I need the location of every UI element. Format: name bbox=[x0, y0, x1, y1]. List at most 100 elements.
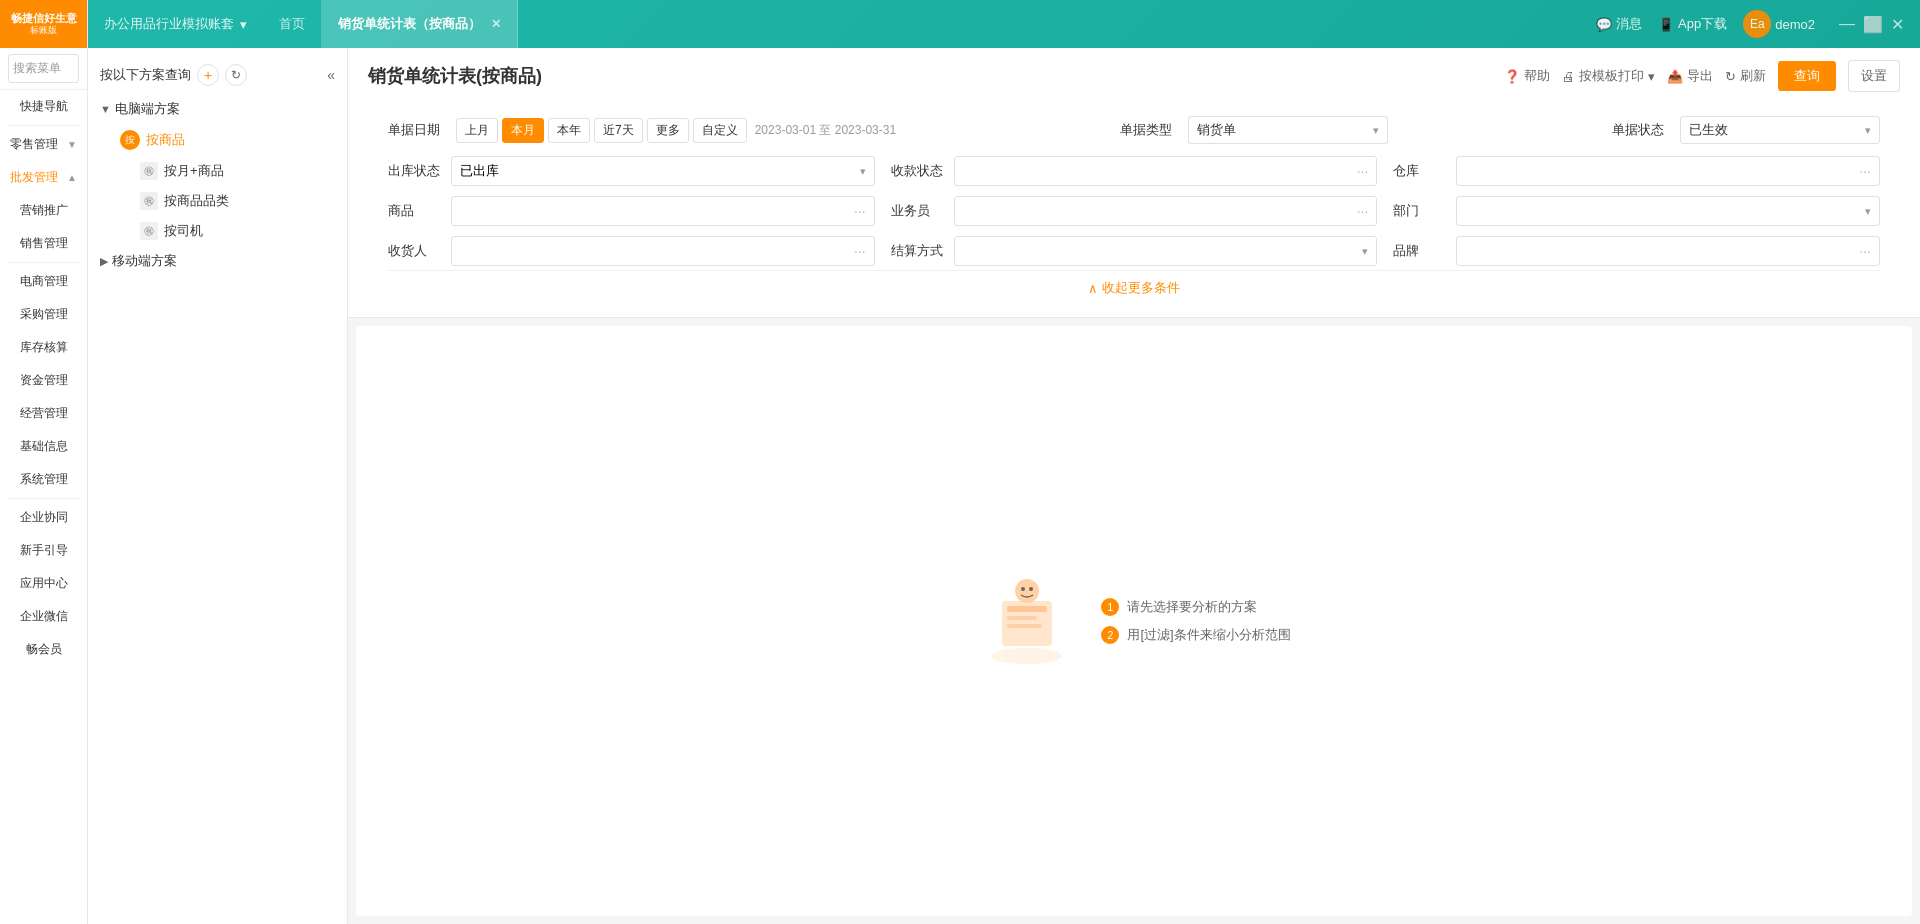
sidebar-item-enterprise-wechat[interactable]: 企业微信 bbox=[0, 600, 87, 633]
sidebar-item-ecommerce[interactable]: 电商管理 bbox=[0, 265, 87, 298]
settlement-label: 结算方式 bbox=[891, 242, 946, 260]
department-select[interactable]: ▾ bbox=[1456, 196, 1880, 226]
sidebar-item-quick-nav[interactable]: 快捷导航 bbox=[0, 90, 87, 123]
empty-content: 1 请先选择要分析的方案 2 用[过滤]条件来缩小分析范围 bbox=[977, 571, 1290, 671]
settings-button[interactable]: 设置 bbox=[1848, 60, 1900, 92]
payment-status-label: 收款状态 bbox=[891, 162, 946, 180]
by-printer-icon: ㊗ bbox=[140, 222, 158, 240]
last-7-days-btn[interactable]: 近7天 bbox=[594, 118, 643, 143]
tip-item-1: 1 请先选择要分析的方案 bbox=[1101, 598, 1290, 616]
template-print-button[interactable]: 🖨 按模板打印 ▾ bbox=[1562, 67, 1655, 85]
more-date-btn[interactable]: 更多 bbox=[647, 118, 689, 143]
tab-sales-stats-label: 销货单统计表（按商品） bbox=[338, 15, 481, 33]
tree-item-by-month-product[interactable]: ㊗ 按月+商品 bbox=[88, 156, 347, 186]
doc-type-select[interactable]: 销货单 ▾ bbox=[1188, 116, 1388, 144]
collapse-panel-button[interactable]: « bbox=[327, 67, 335, 83]
sidebar-item-system[interactable]: 系统管理 bbox=[0, 463, 87, 496]
page-actions: ❓ 帮助 🖨 按模板打印 ▾ 📤 导出 ↻ bbox=[1504, 60, 1900, 92]
tree-item-by-product-category[interactable]: ㊗ 按商品品类 bbox=[88, 186, 347, 216]
last-month-btn[interactable]: 上月 bbox=[456, 118, 498, 143]
message-label: 消息 bbox=[1616, 15, 1642, 33]
search-menu-button[interactable]: 搜索菜单 bbox=[8, 54, 79, 83]
industry-label: 办公用品行业模拟账套 bbox=[104, 15, 234, 33]
recipient-dots-icon: ··· bbox=[854, 243, 866, 259]
sidebar-item-purchase[interactable]: 采购管理 bbox=[0, 298, 87, 331]
sidebar-item-operations[interactable]: 经营管理 bbox=[0, 397, 87, 430]
out-status-value: 已出库 bbox=[460, 162, 499, 180]
this-month-btn[interactable]: 本月 bbox=[502, 118, 544, 143]
brand-label: 品牌 bbox=[1393, 242, 1448, 260]
settlement-select[interactable]: ▾ bbox=[954, 236, 1378, 266]
avatar: Ea bbox=[1743, 10, 1771, 38]
tree-item-by-printer[interactable]: ㊗ 按司机 bbox=[88, 216, 347, 246]
maximize-icon[interactable]: ⬜ bbox=[1863, 15, 1883, 34]
salesperson-select[interactable]: ··· bbox=[954, 196, 1378, 226]
sidebar-item-wholesale[interactable]: 批发管理 ▲ bbox=[0, 161, 87, 194]
print-icon: 🖨 bbox=[1562, 69, 1575, 84]
tab-bar: 首页 销货单统计表（按商品） ✕ bbox=[263, 0, 1580, 48]
enterprise-collab-label: 企业协同 bbox=[20, 509, 68, 526]
doc-status-select[interactable]: 已生效 ▾ bbox=[1680, 116, 1880, 144]
export-button[interactable]: 📤 导出 bbox=[1667, 67, 1713, 85]
sidebar-item-basic[interactable]: 基础信息 bbox=[0, 430, 87, 463]
quick-nav-label: 快捷导航 bbox=[20, 98, 68, 115]
app-download-button[interactable]: 📱 App下载 bbox=[1658, 15, 1727, 33]
industry-selector[interactable]: 办公用品行业模拟账套 ▾ bbox=[104, 15, 247, 33]
app-logo[interactable]: 畅捷信好生意 标账版 bbox=[0, 0, 87, 48]
by-month-product-icon: ㊗ bbox=[140, 162, 158, 180]
industry-dropdown-icon: ▾ bbox=[240, 17, 247, 32]
out-status-select[interactable]: 已出库 ▾ bbox=[451, 156, 875, 186]
brand-select[interactable]: ··· bbox=[1456, 236, 1880, 266]
tab-sales-stats[interactable]: 销货单统计表（按商品） ✕ bbox=[322, 0, 518, 48]
user-profile[interactable]: Ea demo2 bbox=[1743, 10, 1815, 38]
add-scheme-button[interactable]: + bbox=[197, 64, 219, 86]
tab-close-icon[interactable]: ✕ bbox=[491, 17, 501, 31]
tip-num-2: 2 bbox=[1101, 626, 1119, 644]
ecommerce-label: 电商管理 bbox=[20, 273, 68, 290]
system-label: 系统管理 bbox=[20, 471, 68, 488]
help-button[interactable]: ❓ 帮助 bbox=[1504, 67, 1550, 85]
app-download-label: App下载 bbox=[1678, 15, 1727, 33]
mobile-scheme-label: 移动端方案 bbox=[112, 252, 177, 270]
username: demo2 bbox=[1775, 17, 1815, 32]
tab-home-label: 首页 bbox=[279, 15, 305, 33]
doc-type-value: 销货单 bbox=[1197, 121, 1236, 139]
warehouse-dots-icon: ··· bbox=[1859, 163, 1871, 179]
product-dots-icon: ··· bbox=[854, 203, 866, 219]
custom-date-btn[interactable]: 自定义 bbox=[693, 118, 747, 143]
settlement-chevron-icon: ▾ bbox=[1362, 245, 1368, 258]
query-button[interactable]: 查询 bbox=[1778, 61, 1836, 91]
filter-row-1: 单据日期 上月 本月 本年 近7天 更多 自定义 2023-03-01 至 20… bbox=[388, 116, 1880, 144]
sidebar-item-sales[interactable]: 销售管理 bbox=[0, 227, 87, 260]
product-select[interactable]: ··· bbox=[451, 196, 875, 226]
collapse-filters-button[interactable]: ∧ 收起更多条件 bbox=[388, 270, 1880, 305]
refresh-button[interactable]: ↻ 刷新 bbox=[1725, 67, 1766, 85]
payment-status-select[interactable]: ··· bbox=[954, 156, 1378, 186]
sidebar-item-marketing[interactable]: 营销推广 bbox=[0, 194, 87, 227]
tab-home[interactable]: 首页 bbox=[263, 0, 322, 48]
page-header: 销货单统计表(按商品) ❓ 帮助 🖨 按模板打印 ▾ 📤 bbox=[348, 48, 1920, 318]
tree-item-by-product[interactable]: 按 按商品 bbox=[88, 124, 347, 156]
message-button[interactable]: 💬 消息 bbox=[1596, 15, 1642, 33]
this-year-btn[interactable]: 本年 bbox=[548, 118, 590, 143]
pc-scheme-header[interactable]: ▼ 电脑端方案 bbox=[88, 94, 347, 124]
export-icon: 📤 bbox=[1667, 69, 1683, 84]
refresh-scheme-button[interactable]: ↻ bbox=[225, 64, 247, 86]
mobile-scheme-header[interactable]: ▶ 移动端方案 bbox=[88, 246, 347, 276]
main-area: 办公用品行业模拟账套 ▾ 首页 销货单统计表（按商品） ✕ 💬 消息 📱 App… bbox=[88, 0, 1920, 924]
basic-label: 基础信息 bbox=[20, 438, 68, 455]
window-close-icon[interactable]: ✕ bbox=[1891, 15, 1904, 34]
sidebar-item-enterprise-collab[interactable]: 企业协同 bbox=[0, 501, 87, 534]
warehouse-select[interactable]: ··· bbox=[1456, 156, 1880, 186]
sidebar-item-finance[interactable]: 资金管理 bbox=[0, 364, 87, 397]
sidebar-item-app-center[interactable]: 应用中心 bbox=[0, 567, 87, 600]
minimize-icon[interactable]: — bbox=[1839, 15, 1855, 34]
recipient-select[interactable]: ··· bbox=[451, 236, 875, 266]
sidebar-item-beginner[interactable]: 新手引导 bbox=[0, 534, 87, 567]
sidebar-item-retail[interactable]: 零售管理 ▼ bbox=[0, 128, 87, 161]
sidebar-item-inventory[interactable]: 库存核算 bbox=[0, 331, 87, 364]
svg-rect-3 bbox=[1007, 616, 1037, 620]
avatar-initials: Ea bbox=[1750, 17, 1765, 31]
by-product-category-icon: ㊗ bbox=[140, 192, 158, 210]
sidebar-item-member[interactable]: 畅会员 bbox=[0, 633, 87, 666]
